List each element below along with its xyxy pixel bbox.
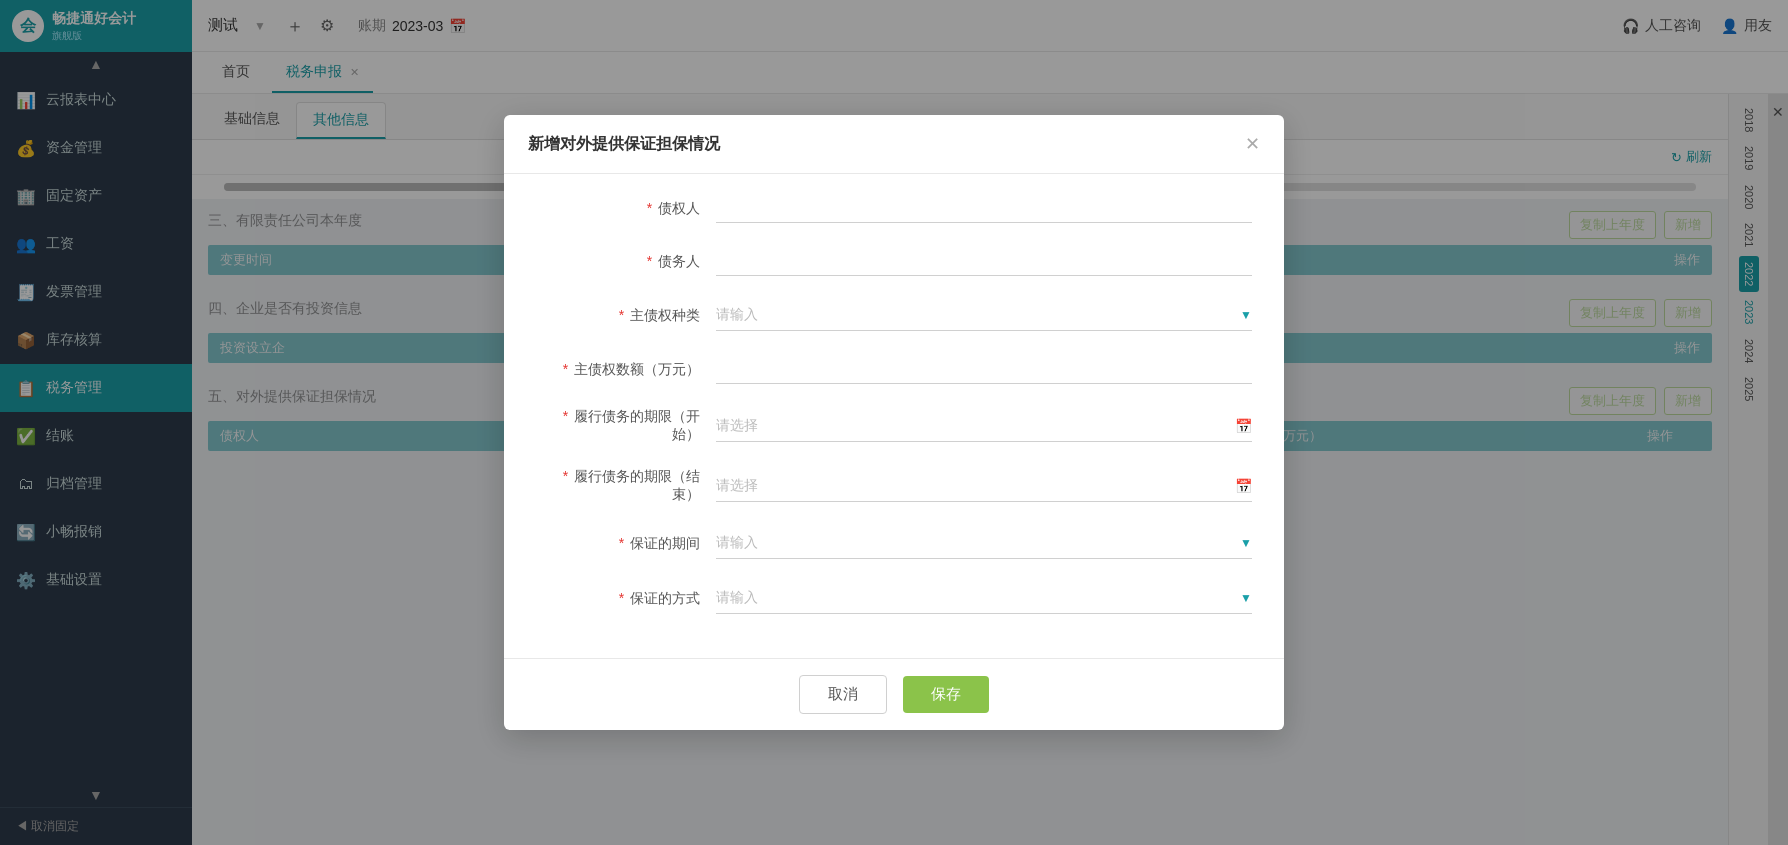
input-claim-amount[interactable]	[716, 355, 1252, 384]
select-guarantee-period[interactable]: 请输入 ▼	[716, 528, 1252, 559]
date-term-end-placeholder: 请选择	[716, 477, 758, 495]
required-star-guarantee-period: *	[619, 535, 624, 551]
select-guarantee-method-chevron-icon: ▼	[1240, 591, 1252, 605]
form-row-guarantee-period: * 保证的期间 请输入 ▼	[536, 528, 1252, 559]
label-creditor: * 债权人	[536, 200, 716, 218]
form-row-term-start: * 履行债务的期限（开始） 请选择 📅	[536, 408, 1252, 444]
form-row-guarantee-method: * 保证的方式 请输入 ▼	[536, 583, 1252, 614]
label-text-creditor: 债权人	[658, 200, 700, 216]
select-guarantee-method[interactable]: 请输入 ▼	[716, 583, 1252, 614]
label-text-term-start: 履行债务的期限（开始）	[574, 408, 700, 442]
required-star-creditor: *	[647, 200, 652, 216]
required-star-term-end: *	[563, 468, 568, 484]
modal-title: 新增对外提供保证担保情况	[528, 134, 720, 155]
input-debtor[interactable]	[716, 247, 1252, 276]
label-debtor: * 债务人	[536, 253, 716, 271]
select-guarantee-period-chevron-icon: ▼	[1240, 536, 1252, 550]
label-term-end: * 履行债务的期限（结束）	[536, 468, 716, 504]
form-row-claim-type: * 主债权种类 请输入 ▼	[536, 300, 1252, 331]
select-guarantee-method-placeholder: 请输入	[716, 589, 758, 607]
select-claim-type-placeholder: 请输入	[716, 306, 758, 324]
modal-overlay: 新增对外提供保证担保情况 ✕ * 债权人 * 债务人	[0, 0, 1788, 845]
label-text-claim-amount: 主债权数额（万元）	[574, 361, 700, 377]
select-claim-type-chevron-icon: ▼	[1240, 308, 1252, 322]
required-star-term-start: *	[563, 408, 568, 424]
form-row-creditor: * 债权人	[536, 194, 1252, 223]
label-text-claim-type: 主债权种类	[630, 307, 700, 323]
required-star-claim-amount: *	[563, 361, 568, 377]
label-guarantee-period: * 保证的期间	[536, 535, 716, 553]
date-term-start-placeholder: 请选择	[716, 417, 758, 435]
label-text-debtor: 债务人	[658, 253, 700, 269]
required-star-debtor: *	[647, 253, 652, 269]
label-text-term-end: 履行债务的期限（结束）	[574, 468, 700, 502]
modal-close-icon[interactable]: ✕	[1245, 133, 1260, 155]
modal-dialog: 新增对外提供保证担保情况 ✕ * 债权人 * 债务人	[504, 115, 1284, 730]
input-creditor[interactable]	[716, 194, 1252, 223]
date-term-start[interactable]: 请选择 📅	[716, 411, 1252, 442]
form-row-debtor: * 债务人	[536, 247, 1252, 276]
select-claim-type[interactable]: 请输入 ▼	[716, 300, 1252, 331]
label-claim-type: * 主债权种类	[536, 307, 716, 325]
label-guarantee-method: * 保证的方式	[536, 590, 716, 608]
form-row-claim-amount: * 主债权数额（万元）	[536, 355, 1252, 384]
modal-footer: 取消 保存	[504, 658, 1284, 730]
modal-body: * 债权人 * 债务人 * 主债权种类 请输入	[504, 174, 1284, 658]
calendar-icon-term-end: 📅	[1235, 478, 1252, 494]
form-row-term-end: * 履行债务的期限（结束） 请选择 📅	[536, 468, 1252, 504]
calendar-icon-term-start: 📅	[1235, 418, 1252, 434]
required-star-guarantee-method: *	[619, 590, 624, 606]
label-text-guarantee-period: 保证的期间	[630, 535, 700, 551]
select-guarantee-period-placeholder: 请输入	[716, 534, 758, 552]
date-term-end[interactable]: 请选择 📅	[716, 471, 1252, 502]
cancel-button[interactable]: 取消	[799, 675, 887, 714]
required-star-claim-type: *	[619, 307, 624, 323]
label-term-start: * 履行债务的期限（开始）	[536, 408, 716, 444]
label-claim-amount: * 主债权数额（万元）	[536, 361, 716, 379]
label-text-guarantee-method: 保证的方式	[630, 590, 700, 606]
modal-header: 新增对外提供保证担保情况 ✕	[504, 115, 1284, 174]
save-button[interactable]: 保存	[903, 676, 989, 713]
